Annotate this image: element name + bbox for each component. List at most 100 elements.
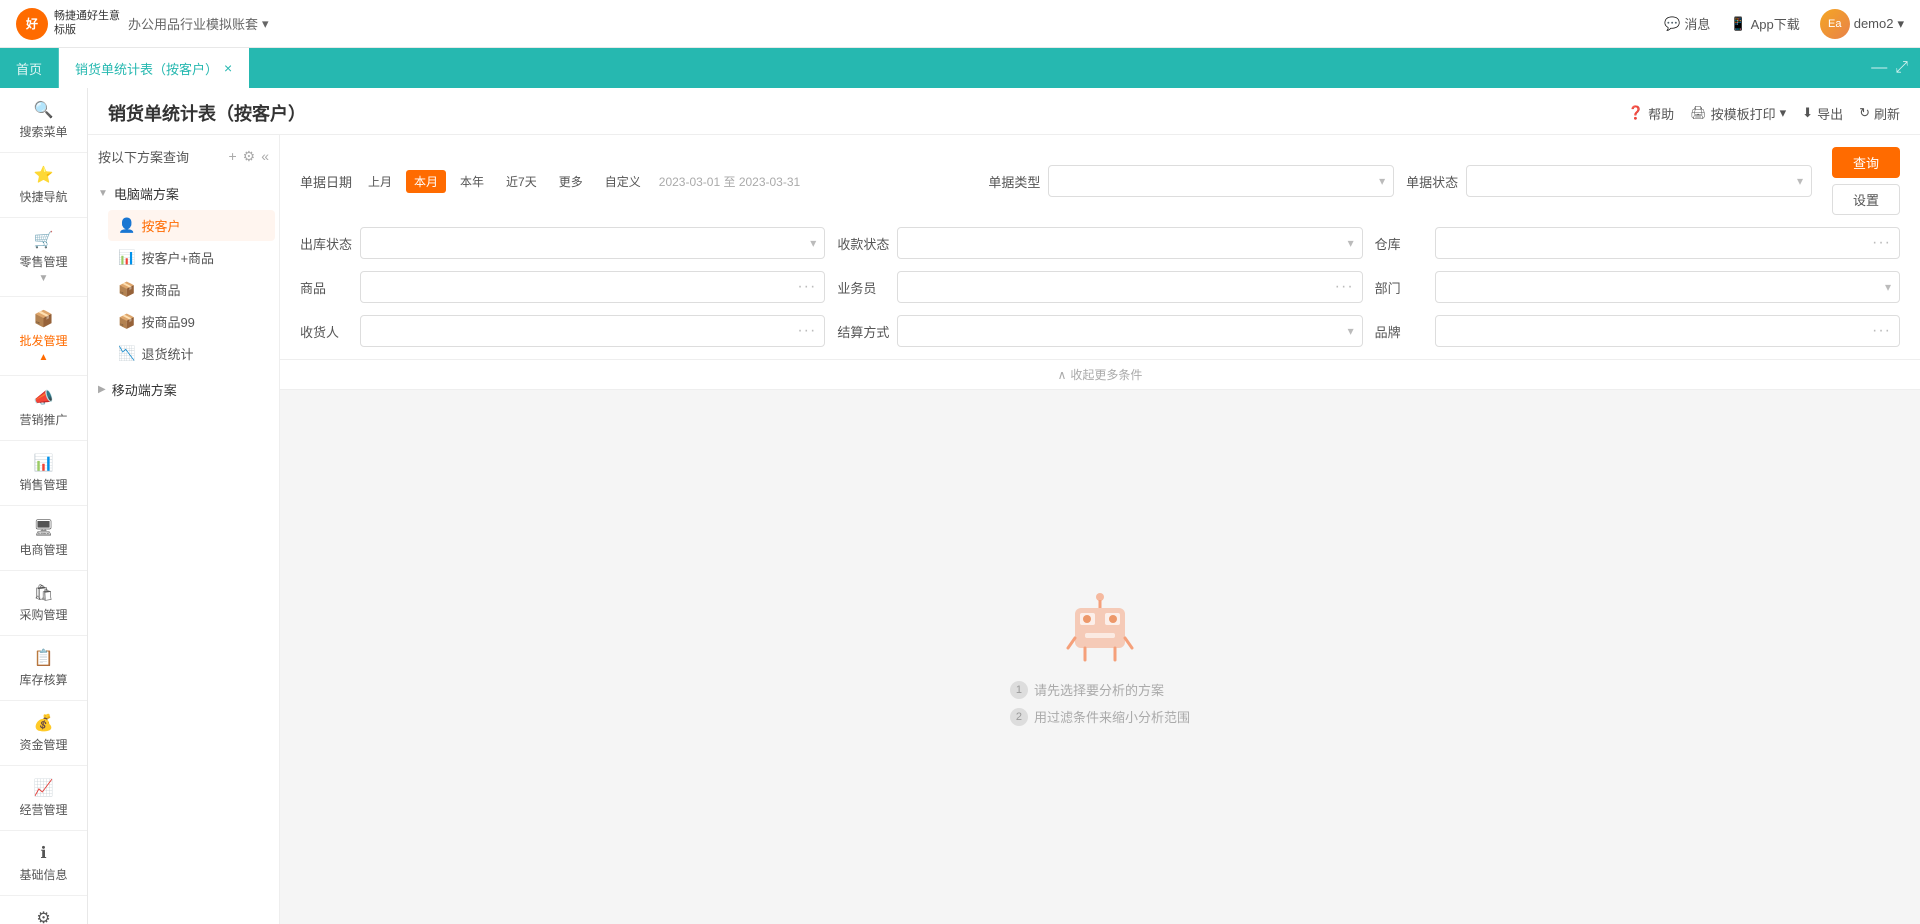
template-print-button[interactable]: 🖨 按模板打印 ▾ [1690, 104, 1786, 123]
main-layout: 🔍 搜索菜单 ⭐ 快捷导航 🛒 零售管理 ▼ 📦 批发管理 ▲ 📣 营销推广 📊… [0, 88, 1920, 924]
filter-settlement-field: 结算方式 ▾ [837, 315, 1362, 347]
doc-type-input[interactable]: ▾ [1048, 165, 1394, 197]
chevron-down-icon: ▾ [1897, 16, 1904, 32]
collapse-scheme-button[interactable]: « [261, 148, 269, 165]
goods-input[interactable]: ··· [360, 271, 825, 303]
retail-icon: 🛒 [34, 230, 54, 250]
page-header: 销货单统计表（按客户） ❓ 帮助 🖨 按模板打印 ▾ ⬇ 导出 ↻ 刷新 [88, 88, 1920, 135]
chevron-down-icon: ▼ [98, 188, 108, 199]
sidebar-item-inventory[interactable]: 📋 库存核算 [0, 636, 87, 701]
avatar: Ea [1820, 9, 1850, 39]
hint-num-1: 1 [1010, 681, 1028, 699]
tab-current[interactable]: 销货单统计表（按客户） × [59, 48, 249, 88]
goods99-icon: 📦 [118, 313, 135, 330]
app-download-button[interactable]: 📱 App下载 [1730, 14, 1799, 33]
chevron-down-icon: ▾ [1885, 280, 1891, 294]
customer-icon: 👤 [118, 217, 135, 234]
empty-hint-2: 2 用过滤条件来缩小分析范围 [1010, 707, 1190, 726]
scheme-group-pc-items: 👤 按客户 📊 按客户+商品 📦 按商品 📦 [88, 210, 279, 369]
filter-out-status-field: 出库状态 ▾ [300, 227, 825, 259]
filter-doc-type-field: 单据类型 ▾ [988, 165, 1394, 197]
scheme-item-by-goods[interactable]: 📦 按商品 [108, 274, 275, 305]
help-button[interactable]: ❓ 帮助 [1628, 104, 1674, 123]
chevron-down-icon: ▾ [262, 16, 269, 32]
sidebar-item-search[interactable]: 🔍 搜索菜单 [0, 88, 87, 153]
page-title: 销货单统计表（按客户） [108, 100, 306, 126]
export-button[interactable]: ⬇ 导出 [1802, 104, 1843, 123]
sidebar-item-basic-info[interactable]: ℹ 基础信息 [0, 831, 87, 896]
date-filter-tabs: 上月 本月 本年 近7天 更多 自定义 2023-03-01 至 2023-03… [360, 170, 976, 193]
date-tab-7days[interactable]: 近7天 [498, 170, 545, 193]
settlement-input[interactable]: ▾ [897, 315, 1362, 347]
sidebar-item-sales[interactable]: 📊 销售管理 [0, 441, 87, 506]
page-actions: ❓ 帮助 🖨 按模板打印 ▾ ⬇ 导出 ↻ 刷新 [1628, 104, 1900, 123]
ecommerce-icon: 🖥 [33, 518, 53, 538]
industry-selector[interactable]: 办公用品行业模拟账套 ▾ [128, 14, 269, 33]
warehouse-input[interactable]: ··· [1435, 227, 1900, 259]
setting-button[interactable]: 设置 [1832, 184, 1900, 215]
scheme-group-pc-header[interactable]: ▼ 电脑端方案 [88, 178, 279, 209]
collapse-bar[interactable]: ∧ 收起更多条件 [280, 360, 1920, 390]
logo-text: 畅捷通好生意 标版 [54, 10, 120, 36]
settings-scheme-button[interactable]: ⚙ [243, 148, 256, 165]
date-tab-last-month[interactable]: 上月 [360, 170, 400, 193]
chevron-down-icon: ▾ [810, 236, 816, 250]
date-tab-custom[interactable]: 自定义 [597, 170, 649, 193]
sidebar-item-system[interactable]: ⚙ 系统管理 [0, 896, 87, 924]
date-tab-more[interactable]: 更多 [551, 170, 591, 193]
dots-icon: ··· [797, 278, 816, 296]
window-controls: — ⤢ [1859, 48, 1920, 88]
filter-panel-area: 按以下方案查询 + ⚙ « ▼ 电脑端方案 👤 [88, 135, 1920, 924]
dots-icon: ··· [1872, 234, 1891, 252]
filter-row-1: 单据日期 上月 本月 本年 近7天 更多 自定义 2023-03-01 至 20… [300, 147, 1900, 215]
export-icon: ⬇ [1802, 105, 1813, 121]
sidebar-item-operations[interactable]: 📈 经营管理 [0, 766, 87, 831]
add-scheme-button[interactable]: + [228, 148, 236, 165]
refresh-button[interactable]: ↻ 刷新 [1859, 104, 1900, 123]
brand-input[interactable]: ··· [1435, 315, 1900, 347]
scheme-header: 按以下方案查询 + ⚙ « [88, 143, 279, 174]
filter-form: 单据日期 上月 本月 本年 近7天 更多 自定义 2023-03-01 至 20… [280, 135, 1920, 360]
marketing-icon: 📣 [34, 388, 54, 408]
receipt-status-input[interactable]: ▾ [897, 227, 1362, 259]
star-icon: ⭐ [34, 165, 54, 185]
sidebar-item-wholesale[interactable]: 📦 批发管理 ▲ [0, 297, 87, 376]
scheme-item-by-customer[interactable]: 👤 按客户 [108, 210, 275, 241]
chevron-up-icon: ∧ [1058, 368, 1067, 382]
message-button[interactable]: 💬 消息 [1664, 14, 1710, 33]
info-icon: ℹ [40, 843, 46, 863]
scheme-item-return-stats[interactable]: 📉 退货统计 [108, 338, 275, 369]
date-tab-this-month[interactable]: 本月 [406, 170, 446, 193]
sidebar-item-shortcuts[interactable]: ⭐ 快捷导航 [0, 153, 87, 218]
date-range-text: 2023-03-01 至 2023-03-31 [659, 173, 800, 190]
filter-warehouse-field: 仓库 ··· [1375, 227, 1900, 259]
sidebar-item-ecommerce[interactable]: 🖥 电商管理 [0, 506, 87, 571]
department-input[interactable]: ▾ [1435, 271, 1900, 303]
doc-status-input[interactable]: ▾ [1466, 165, 1812, 197]
tab-close-button[interactable]: × [224, 60, 232, 76]
filter-salesperson-field: 业务员 ··· [837, 271, 1362, 303]
empty-hint-1: 1 请先选择要分析的方案 [1010, 680, 1190, 699]
minimize-button[interactable]: — [1871, 59, 1887, 77]
maximize-button[interactable]: ⤢ [1895, 59, 1908, 77]
scheme-group-mobile-header[interactable]: ▶ 移动端方案 [88, 374, 279, 405]
tab-spacer [249, 48, 1859, 88]
sidebar-item-retail[interactable]: 🛒 零售管理 ▼ [0, 218, 87, 297]
consignee-input[interactable]: ··· [360, 315, 825, 347]
out-status-input[interactable]: ▾ [360, 227, 825, 259]
scheme-item-customer-goods[interactable]: 📊 按客户+商品 [108, 242, 275, 273]
date-tab-this-year[interactable]: 本年 [452, 170, 492, 193]
empty-state: 1 请先选择要分析的方案 2 用过滤条件来缩小分析范围 [280, 390, 1920, 924]
sidebar-item-purchase[interactable]: 🛍 采购管理 [0, 571, 87, 636]
goods-icon: 📦 [118, 281, 135, 298]
salesperson-input[interactable]: ··· [897, 271, 1362, 303]
query-button[interactable]: 查询 [1832, 147, 1900, 178]
return-icon: 📉 [118, 345, 135, 362]
filter-row-2: 出库状态 ▾ 收款状态 ▾ [300, 227, 1900, 259]
tab-home[interactable]: 首页 [0, 48, 59, 88]
scheme-item-by-goods99[interactable]: 📦 按商品99 [108, 306, 275, 337]
sidebar-item-marketing[interactable]: 📣 营销推广 [0, 376, 87, 441]
help-icon: ❓ [1628, 105, 1644, 121]
sidebar-item-finance[interactable]: 💰 资金管理 [0, 701, 87, 766]
user-menu[interactable]: Ea demo2 ▾ [1820, 9, 1904, 39]
